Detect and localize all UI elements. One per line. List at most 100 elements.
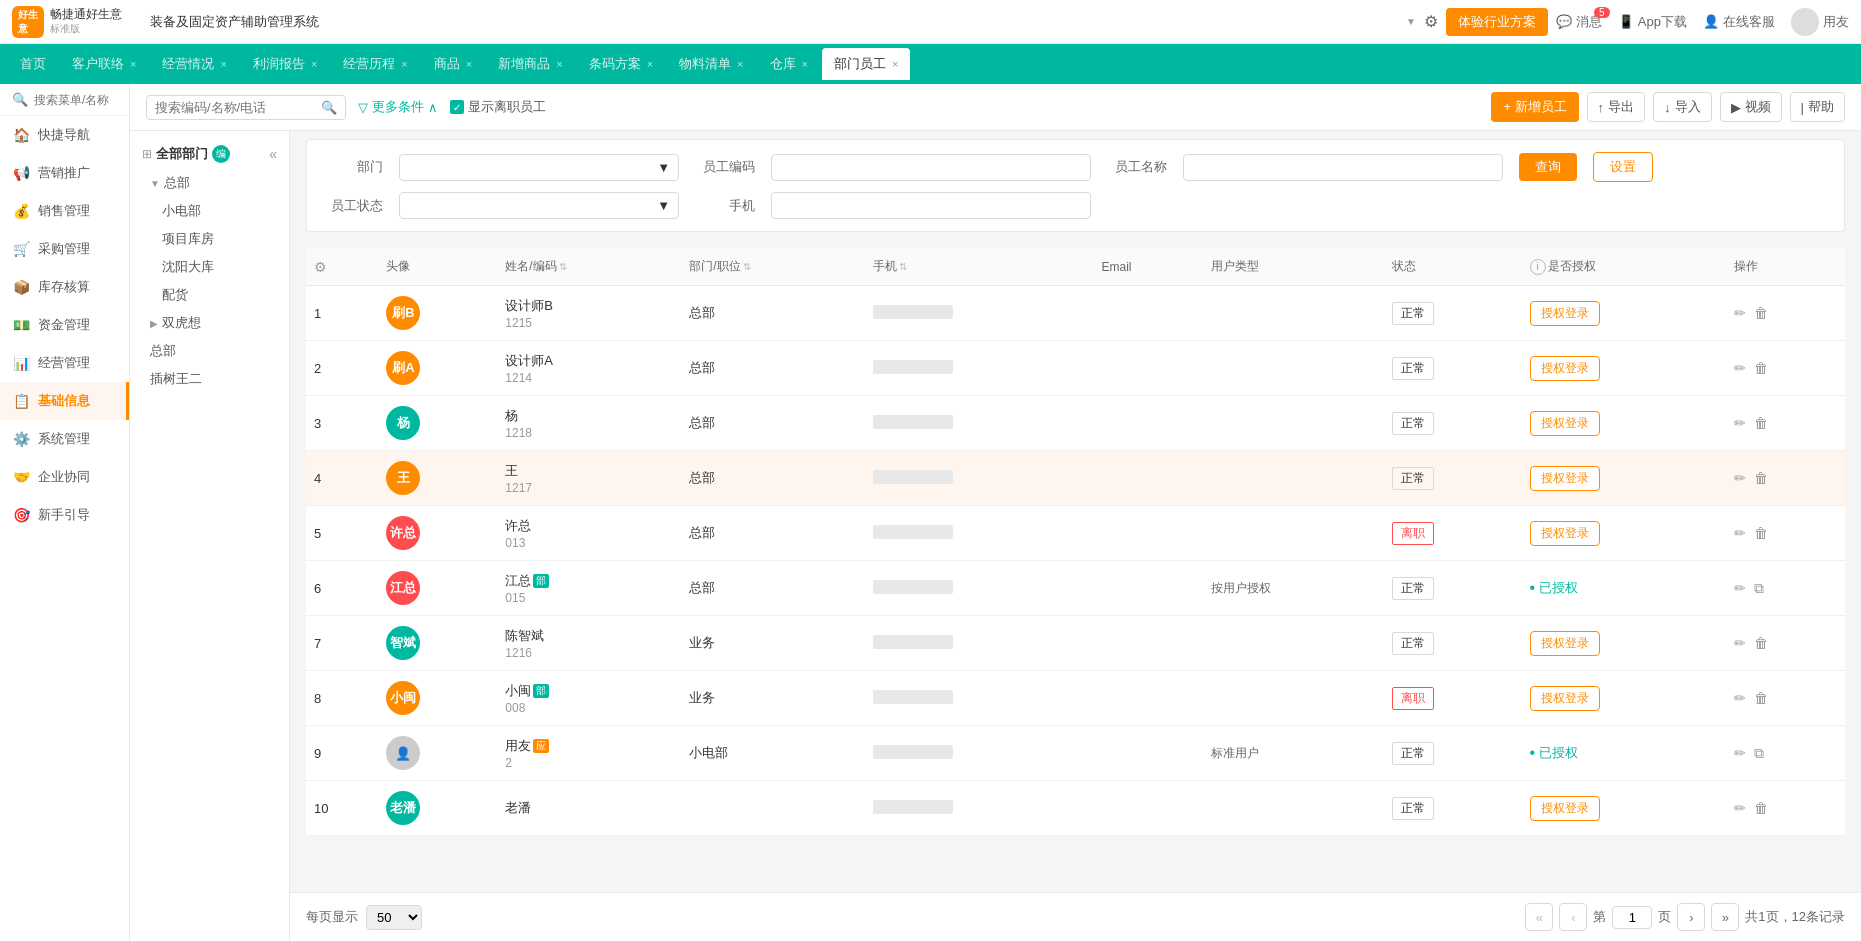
dept-filter-select[interactable]: ▼ (399, 154, 679, 181)
dept-edit-icon[interactable]: 编 (212, 145, 230, 163)
more-filter-btn[interactable]: ▽ 更多条件 ∧ (358, 98, 438, 116)
tab-goods-close[interactable]: × (466, 58, 472, 70)
col-dept[interactable]: 部门/职位⇅ (681, 248, 865, 286)
tab-barcode-close[interactable]: × (647, 58, 653, 70)
edit-icon-6[interactable]: ✏ (1734, 580, 1746, 596)
sidebar-item-operation[interactable]: 📊 经营管理 (0, 344, 129, 382)
import-button[interactable]: ↓ 导入 (1653, 92, 1712, 122)
delete-icon-5[interactable]: 🗑 (1754, 525, 1768, 541)
dept-item-peihuo[interactable]: 配货 (138, 281, 289, 309)
name-sort-icon[interactable]: ⇅ (559, 261, 567, 272)
edit-icon-5[interactable]: ✏ (1734, 525, 1746, 541)
delete-icon-7[interactable]: 🗑 (1754, 635, 1768, 651)
online-service-button[interactable]: 👤 在线客服 (1703, 13, 1775, 31)
delete-icon-4[interactable]: 🗑 (1754, 470, 1768, 486)
trial-button[interactable]: 体验行业方案 (1446, 8, 1548, 36)
tab-home[interactable]: 首页 (8, 48, 58, 80)
tab-operation-close[interactable]: × (220, 58, 226, 70)
edit-icon-1[interactable]: ✏ (1734, 305, 1746, 321)
auth-btn-4[interactable]: 授权登录 (1530, 466, 1600, 491)
sidebar-item-collab[interactable]: 🤝 企业协同 (0, 458, 129, 496)
auth-btn-3[interactable]: 授权登录 (1530, 411, 1600, 436)
tab-customer[interactable]: 客户联络× (60, 48, 148, 80)
show-resigned-toggle[interactable]: ✓ 显示离职员工 (450, 98, 546, 116)
dept-item-xiaodian[interactable]: 小电部 (138, 197, 289, 225)
tab-warehouse-close[interactable]: × (802, 58, 808, 70)
dept-item-shenyang[interactable]: 沈阳大库 (138, 253, 289, 281)
auth-btn-10[interactable]: 授权登录 (1530, 796, 1600, 821)
tab-goods[interactable]: 商品× (422, 48, 484, 80)
search-input[interactable] (155, 100, 315, 115)
auth-btn-5[interactable]: 授权登录 (1530, 521, 1600, 546)
tab-history-close[interactable]: × (401, 58, 407, 70)
sidebar-search-input[interactable] (34, 93, 114, 107)
message-button[interactable]: 💬 消息 5 (1556, 13, 1602, 31)
sidebar-search[interactable]: 🔍 (0, 84, 129, 116)
gear-icon[interactable]: ⚙ (1424, 12, 1438, 31)
edit-icon-8[interactable]: ✏ (1734, 690, 1746, 706)
export-button[interactable]: ↑ 导出 (1587, 92, 1646, 122)
prev-page-btn[interactable]: ‹ (1559, 903, 1587, 931)
col-settings-gear[interactable]: ⚙ (314, 259, 327, 275)
next-page-btn[interactable]: › (1677, 903, 1705, 931)
add-employee-button[interactable]: + 新增员工 (1491, 92, 1578, 122)
tab-history[interactable]: 经营历程× (331, 48, 419, 80)
delete-icon-10[interactable]: 🗑 (1754, 800, 1768, 816)
auth-btn-2[interactable]: 授权登录 (1530, 356, 1600, 381)
auth-btn-7[interactable]: 授权登录 (1530, 631, 1600, 656)
last-page-btn[interactable]: » (1711, 903, 1739, 931)
edit-icon-2[interactable]: ✏ (1734, 360, 1746, 376)
tab-customer-close[interactable]: × (130, 58, 136, 70)
sidebar-item-quicknav[interactable]: 🏠 快捷导航 (0, 116, 129, 154)
dept-group-chushu-header[interactable]: 插树王二 (138, 365, 289, 393)
sidebar-item-guide[interactable]: 🎯 新手引导 (0, 496, 129, 534)
tab-barcode[interactable]: 条码方案× (577, 48, 665, 80)
col-name[interactable]: 姓名/编码⇅ (497, 248, 681, 286)
dept-group-shuanghu-header[interactable]: ▶ 双虎想 (138, 309, 289, 337)
sidebar-item-marketing[interactable]: 📢 营销推广 (0, 154, 129, 192)
app-download-button[interactable]: 📱 App下载 (1618, 13, 1687, 31)
sidebar-item-finance[interactable]: 💵 资金管理 (0, 306, 129, 344)
phone-filter-input[interactable] (771, 192, 1091, 219)
per-page-select[interactable]: 50 20 100 (366, 905, 422, 930)
edit-icon-4[interactable]: ✏ (1734, 470, 1746, 486)
query-button[interactable]: 查询 (1519, 153, 1577, 181)
edit-icon-10[interactable]: ✏ (1734, 800, 1746, 816)
tab-dept-staff[interactable]: 部门员工× (822, 48, 910, 80)
search-box[interactable]: 🔍 (146, 95, 346, 120)
edit-icon-7[interactable]: ✏ (1734, 635, 1746, 651)
edit-icon-9[interactable]: ✏ (1734, 745, 1746, 761)
delete-icon-8[interactable]: 🗑 (1754, 690, 1768, 706)
dept-all-header[interactable]: ⊞ 全部部门 编 « (130, 139, 289, 169)
sidebar-item-inventory[interactable]: 📦 库存核算 (0, 268, 129, 306)
auth-btn-1[interactable]: 授权登录 (1530, 301, 1600, 326)
dept-collapse-btn[interactable]: « (269, 146, 277, 162)
user-menu-button[interactable]: 用友 (1791, 8, 1849, 36)
phone-sort-icon[interactable]: ⇅ (899, 261, 907, 272)
status-filter-select[interactable]: ▼ (399, 192, 679, 219)
col-settings-icon[interactable]: ⚙ (306, 248, 378, 286)
sidebar-item-basic[interactable]: 📋 基础信息 (0, 382, 129, 420)
tab-newgoods-close[interactable]: × (556, 58, 562, 70)
dept-sort-icon[interactable]: ⇅ (743, 261, 751, 272)
first-page-btn[interactable]: « (1525, 903, 1553, 931)
tab-profit-close[interactable]: × (311, 58, 317, 70)
dept-item-project[interactable]: 项目库房 (138, 225, 289, 253)
col-phone[interactable]: 手机⇅ (865, 248, 1093, 286)
tab-warehouse[interactable]: 仓库× (758, 48, 820, 80)
tab-new-goods[interactable]: 新增商品× (486, 48, 574, 80)
copy-icon-9[interactable]: ⧉ (1754, 745, 1764, 762)
dept-group-zongbu-header[interactable]: 总部 (138, 337, 289, 365)
sys-dropdown-arrow[interactable]: ▼ (1406, 16, 1416, 27)
dept-group-head-header[interactable]: ▼ 总部 (138, 169, 289, 197)
auth-btn-8[interactable]: 授权登录 (1530, 686, 1600, 711)
delete-icon-1[interactable]: 🗑 (1754, 305, 1768, 321)
delete-icon-2[interactable]: 🗑 (1754, 360, 1768, 376)
edit-icon-3[interactable]: ✏ (1734, 415, 1746, 431)
help-button[interactable]: | 帮助 (1790, 92, 1845, 122)
delete-icon-3[interactable]: 🗑 (1754, 415, 1768, 431)
page-input[interactable] (1612, 906, 1652, 929)
sidebar-item-system[interactable]: ⚙️ 系统管理 (0, 420, 129, 458)
settings-button[interactable]: 设置 (1593, 152, 1653, 182)
view-button[interactable]: ▶ 视频 (1720, 92, 1782, 122)
